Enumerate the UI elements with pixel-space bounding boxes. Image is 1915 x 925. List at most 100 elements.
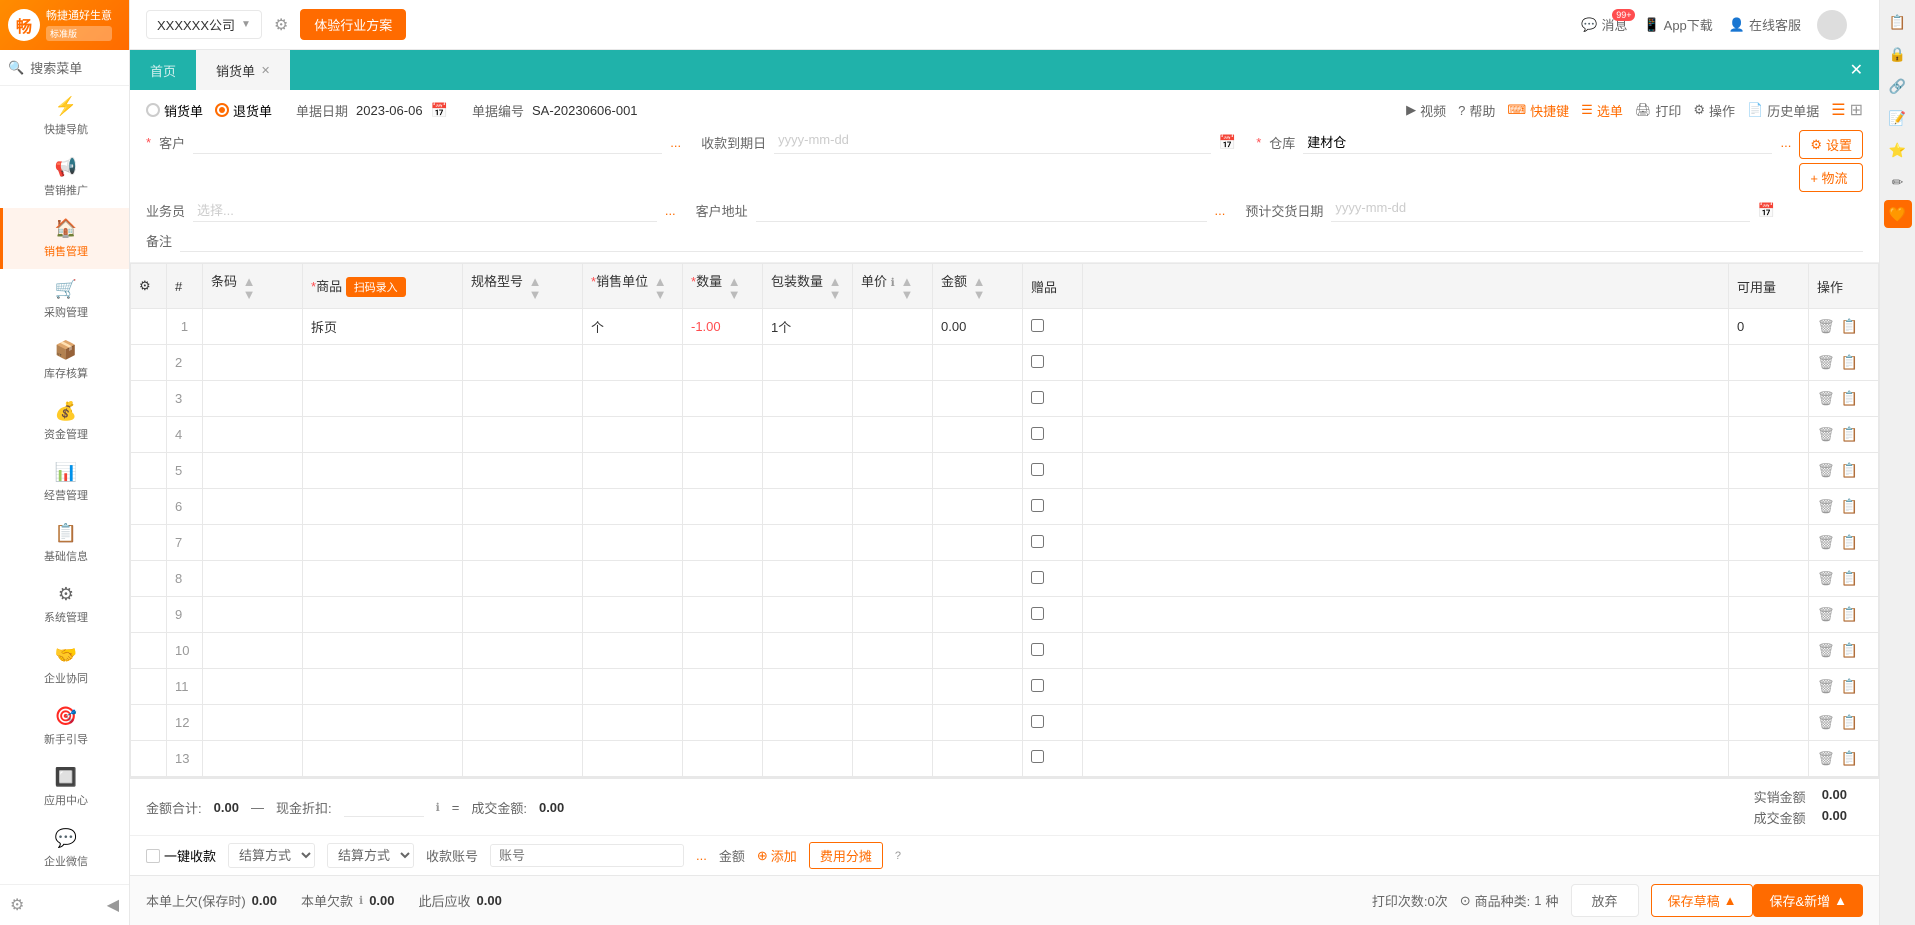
row-amount[interactable] bbox=[933, 741, 1023, 777]
customer-address-dots[interactable]: ... bbox=[1215, 203, 1226, 218]
expected-delivery-calendar-icon[interactable]: 📅 bbox=[1758, 202, 1775, 219]
row-delete-icon[interactable]: 🗑 bbox=[1817, 318, 1835, 335]
message-button[interactable]: 💬 消息 99+ bbox=[1581, 15, 1627, 34]
view-list-icon[interactable]: ☰ bbox=[1831, 100, 1845, 120]
row-pack[interactable]: 1个 bbox=[763, 309, 853, 345]
row-qty[interactable] bbox=[683, 525, 763, 561]
settings-button[interactable]: ⚙ 设置 bbox=[1799, 130, 1863, 159]
warehouse-dots[interactable]: ... bbox=[1780, 135, 1791, 150]
row-price[interactable] bbox=[853, 669, 933, 705]
row-pack[interactable] bbox=[763, 561, 853, 597]
avatar[interactable] bbox=[1817, 10, 1847, 40]
save-draft-button[interactable]: 保存草稿 ▲ bbox=[1651, 884, 1754, 917]
one-click-pay-checkbox[interactable]: 一键收款 bbox=[146, 846, 216, 865]
toolbar-select[interactable]: ☰ 选单 bbox=[1581, 101, 1623, 120]
customer-address-input[interactable] bbox=[756, 198, 1207, 222]
row-spec[interactable] bbox=[463, 561, 583, 597]
rs-btn-lock[interactable]: 🔒 bbox=[1884, 40, 1912, 68]
row-product[interactable] bbox=[303, 453, 463, 489]
row-barcode[interactable] bbox=[203, 345, 303, 381]
row-copy-icon[interactable]: 📋 bbox=[1841, 354, 1858, 371]
row-price[interactable] bbox=[853, 561, 933, 597]
row-unit[interactable] bbox=[583, 345, 683, 381]
row-gift[interactable] bbox=[1023, 525, 1083, 561]
row-unit[interactable] bbox=[583, 705, 683, 741]
row-product[interactable] bbox=[303, 561, 463, 597]
row-barcode[interactable] bbox=[203, 381, 303, 417]
row-pack[interactable] bbox=[763, 345, 853, 381]
row-copy-icon[interactable]: 📋 bbox=[1841, 318, 1858, 335]
sidebar-item-marketing[interactable]: 📢 营销推广 bbox=[0, 147, 129, 208]
radio-sales-order[interactable]: 销货单 bbox=[146, 101, 203, 120]
row-pack[interactable] bbox=[763, 741, 853, 777]
row-price[interactable] bbox=[853, 417, 933, 453]
row-price[interactable] bbox=[853, 705, 933, 741]
row-product[interactable] bbox=[303, 381, 463, 417]
app-download-button[interactable]: 📱 App下载 bbox=[1643, 15, 1712, 34]
row-delete-icon[interactable]: 🗑 bbox=[1817, 750, 1835, 767]
row-pack[interactable] bbox=[763, 633, 853, 669]
rs-btn-star[interactable]: ⭐ bbox=[1884, 136, 1912, 164]
payment-dots[interactable]: ... bbox=[696, 848, 707, 863]
row-barcode[interactable] bbox=[203, 561, 303, 597]
row-barcode[interactable] bbox=[203, 741, 303, 777]
price-info-icon[interactable]: ℹ bbox=[891, 277, 895, 289]
company-selector[interactable]: XXXXXX公司 ▼ bbox=[146, 10, 262, 39]
cash-discount-input[interactable] bbox=[344, 797, 424, 817]
view-grid-icon[interactable]: ⊞ bbox=[1850, 100, 1863, 120]
sidebar-item-wecom[interactable]: 💬 企业微信 bbox=[0, 818, 129, 879]
tab-sales-order[interactable]: 销货单 ✕ bbox=[196, 50, 290, 90]
sidebar-search[interactable]: 🔍 搜索菜单 bbox=[0, 50, 129, 86]
row-qty[interactable] bbox=[683, 417, 763, 453]
row-unit[interactable] bbox=[583, 417, 683, 453]
date-calendar-icon[interactable]: 📅 bbox=[431, 102, 448, 119]
row-price[interactable] bbox=[853, 633, 933, 669]
row-copy-icon[interactable]: 📋 bbox=[1841, 498, 1858, 515]
salesperson-dots[interactable]: ... bbox=[665, 203, 676, 218]
row-amount[interactable] bbox=[933, 561, 1023, 597]
row-barcode[interactable] bbox=[203, 525, 303, 561]
row-pack[interactable] bbox=[763, 669, 853, 705]
row-copy-icon[interactable]: 📋 bbox=[1841, 750, 1858, 767]
row-product[interactable] bbox=[303, 417, 463, 453]
row-pack[interactable] bbox=[763, 381, 853, 417]
row-spec[interactable] bbox=[463, 597, 583, 633]
row-spec[interactable] bbox=[463, 741, 583, 777]
row-qty[interactable] bbox=[683, 453, 763, 489]
row-amount[interactable] bbox=[933, 633, 1023, 669]
row-gift[interactable] bbox=[1023, 453, 1083, 489]
row-qty[interactable] bbox=[683, 597, 763, 633]
expense-info-icon[interactable]: ? bbox=[895, 850, 901, 862]
row-gift[interactable] bbox=[1023, 309, 1083, 345]
toolbar-print[interactable]: 🖨 打印 bbox=[1635, 101, 1682, 120]
tab-home[interactable]: 首页 bbox=[130, 50, 196, 90]
tab-close-icon[interactable]: ✕ bbox=[261, 64, 270, 77]
row-copy-icon[interactable]: 📋 bbox=[1841, 534, 1858, 551]
rs-btn-special[interactable]: 🧡 bbox=[1884, 200, 1912, 228]
discount-info-icon[interactable]: ℹ bbox=[436, 801, 440, 814]
discard-button[interactable]: 放弃 bbox=[1571, 884, 1639, 917]
sidebar-item-sales[interactable]: 🏠 销售管理 bbox=[0, 208, 129, 269]
row-barcode[interactable] bbox=[203, 489, 303, 525]
row-spec[interactable] bbox=[463, 705, 583, 741]
row-qty[interactable] bbox=[683, 345, 763, 381]
calc-method-select[interactable]: 结算方式 bbox=[327, 843, 414, 868]
row-qty[interactable] bbox=[683, 705, 763, 741]
row-copy-icon[interactable]: 📋 bbox=[1841, 390, 1858, 407]
toolbar-shortcuts[interactable]: ⌨ 快捷键 bbox=[1507, 101, 1569, 120]
row-gift[interactable] bbox=[1023, 489, 1083, 525]
toolbar-operations[interactable]: ⚙ 操作 bbox=[1693, 101, 1735, 120]
row-barcode[interactable] bbox=[203, 417, 303, 453]
row-pack[interactable] bbox=[763, 705, 853, 741]
account-input[interactable] bbox=[490, 844, 684, 867]
sidebar-item-enterprise[interactable]: 🤝 企业协同 bbox=[0, 635, 129, 696]
sidebar-item-appstore[interactable]: 🔲 应用中心 bbox=[0, 757, 129, 818]
row-delete-icon[interactable]: 🗑 bbox=[1817, 714, 1835, 731]
row-price[interactable] bbox=[853, 597, 933, 633]
row-product[interactable] bbox=[303, 489, 463, 525]
row-spec[interactable] bbox=[463, 381, 583, 417]
sidebar-settings-icon[interactable]: ⚙ bbox=[10, 895, 24, 915]
trial-button[interactable]: 体验行业方案 bbox=[300, 9, 406, 40]
row-unit[interactable] bbox=[583, 597, 683, 633]
row-price[interactable] bbox=[853, 453, 933, 489]
